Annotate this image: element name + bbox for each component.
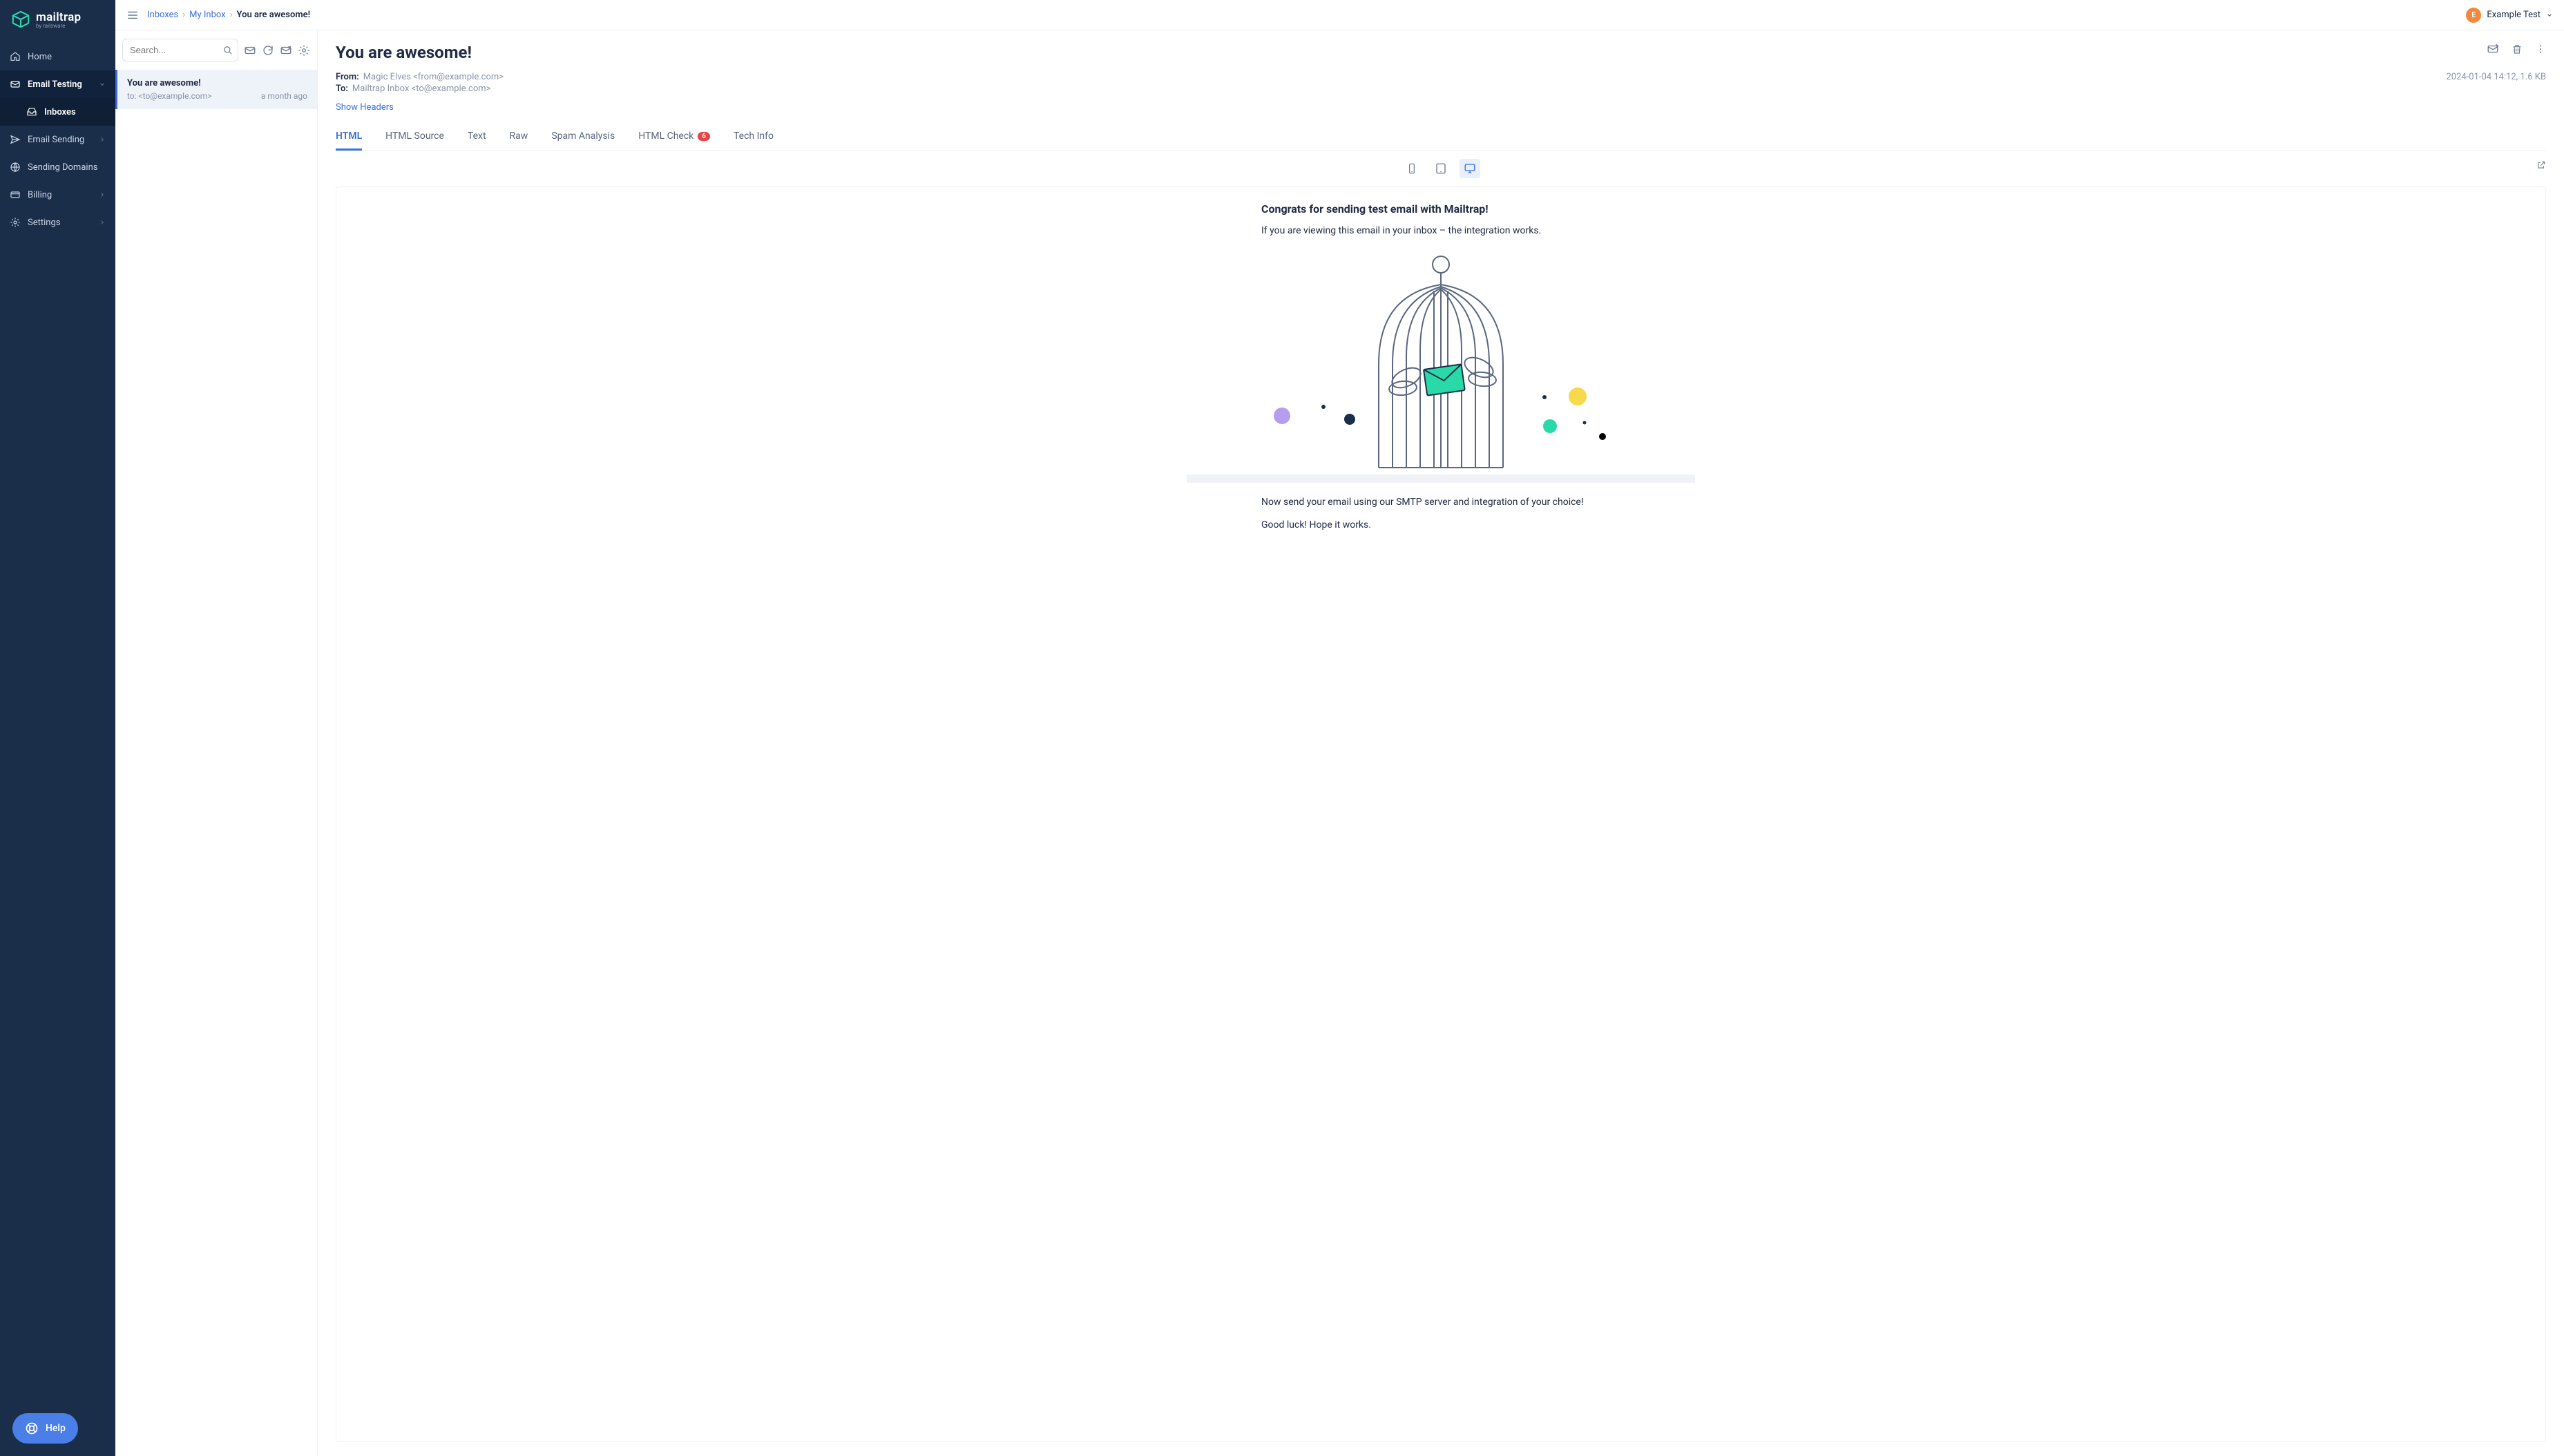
nav-email-sending-label: Email Sending (28, 135, 84, 145)
chevron-right-icon (99, 136, 106, 143)
logo-icon (11, 10, 30, 29)
mail-line3: Good luck! Hope it works. (1261, 518, 1620, 533)
to-label: To: (336, 84, 348, 94)
from-value: Magic Elves <from@example.com> (363, 72, 504, 82)
nav-email-testing-label: Email Testing (28, 79, 82, 90)
mail-line1: If you are viewing this email in your in… (1261, 224, 1620, 238)
tabs: HTML HTML Source Text Raw Spam Analysis … (336, 124, 2546, 151)
chevron-right-icon (99, 191, 106, 198)
html-check-badge: 6 (698, 132, 710, 141)
device-desktop[interactable] (1460, 159, 1480, 178)
email-preview: Congrats for sending test email with Mai… (336, 186, 2546, 1442)
detail-title: You are awesome! (336, 43, 472, 62)
from-label: From: (336, 72, 359, 82)
avatar: E (2466, 8, 2481, 23)
user-name: Example Test (2487, 10, 2541, 20)
mail-heading: Congrats for sending test email with Mai… (1261, 202, 1620, 215)
open-external-icon[interactable] (2536, 160, 2546, 170)
help-button[interactable]: Help (12, 1413, 78, 1444)
crumb-current: You are awesome! (237, 10, 311, 20)
chevron-down-icon (2546, 12, 2553, 19)
divider (1187, 475, 1695, 483)
tab-tech[interactable]: Tech Info (734, 124, 774, 151)
user-menu[interactable]: E Example Test (2466, 8, 2553, 23)
nav-settings-label: Settings (28, 218, 60, 228)
help-icon (25, 1421, 39, 1435)
topbar: Inboxes › My Inbox › You are awesome! E … (115, 0, 2564, 30)
nav-inboxes-label: Inboxes (44, 107, 76, 117)
sidebar: mailtrap by railsware Home Email Testing… (0, 0, 115, 1456)
clear-inbox-icon[interactable] (280, 44, 292, 57)
message-to: to: <to@example.com> (127, 91, 212, 101)
nav-billing[interactable]: Billing (0, 181, 115, 209)
tab-html[interactable]: HTML (336, 124, 362, 151)
send-icon (10, 134, 21, 145)
home-icon (10, 51, 21, 62)
message-list: You are awesome! to: <to@example.com> a … (115, 30, 318, 1456)
crumb-inboxes[interactable]: Inboxes (147, 10, 178, 20)
more-icon[interactable] (2535, 44, 2546, 55)
nav-billing-label: Billing (28, 190, 52, 200)
nav-sending-domains[interactable]: Sending Domains (0, 153, 115, 181)
device-tablet[interactable] (1431, 159, 1451, 178)
crumb-sep: › (230, 10, 233, 20)
nav-sending-domains-label: Sending Domains (28, 162, 97, 173)
tab-html-check[interactable]: HTML Check6 (638, 124, 710, 151)
detail-meta: 2024-01-04 14:12, 1.6 KB (2446, 72, 2546, 95)
chevron-down-icon (99, 81, 106, 88)
nav-home[interactable]: Home (0, 43, 115, 70)
crumb-my-inbox[interactable]: My Inbox (189, 10, 225, 20)
message-detail: You are awesome! From: Magic Elves <from… (318, 30, 2564, 1456)
tab-raw[interactable]: Raw (510, 124, 528, 151)
search-icon[interactable] (223, 46, 233, 55)
to-value: Mailtrap Inbox <to@example.com> (352, 84, 491, 94)
delete-icon[interactable] (2512, 44, 2523, 55)
mail-line2: Now send your email using our SMTP serve… (1261, 495, 1620, 510)
tab-spam[interactable]: Spam Analysis (551, 124, 615, 151)
gear-icon (10, 217, 21, 228)
globe-icon (10, 162, 21, 173)
message-age: a month ago (261, 91, 307, 101)
chevron-right-icon (99, 219, 106, 226)
breadcrumb: Inboxes › My Inbox › You are awesome! (147, 10, 310, 20)
logo[interactable]: mailtrap by railsware (0, 0, 115, 36)
nav-email-testing[interactable]: Email Testing (0, 70, 115, 98)
inbox-icon (26, 106, 37, 117)
card-icon (10, 189, 21, 200)
search-input[interactable] (122, 39, 238, 61)
cage-illustration (1261, 247, 1620, 475)
message-subject: You are awesome! (127, 78, 307, 88)
mail-check-icon (10, 79, 21, 90)
show-headers-link[interactable]: Show Headers (336, 102, 2546, 113)
refresh-icon[interactable] (262, 44, 274, 57)
forward-icon[interactable] (2487, 43, 2499, 55)
nav-email-sending[interactable]: Email Sending (0, 126, 115, 153)
logo-text: mailtrap (36, 10, 81, 24)
nav-inboxes[interactable]: Inboxes (0, 98, 115, 126)
help-label: Help (46, 1423, 66, 1434)
menu-icon[interactable] (126, 9, 139, 21)
nav-home-label: Home (28, 52, 52, 62)
crumb-sep: › (182, 10, 185, 20)
gear-icon[interactable] (298, 44, 310, 57)
tab-html-source[interactable]: HTML Source (385, 124, 444, 151)
mark-read-icon[interactable] (244, 44, 256, 57)
nav-settings[interactable]: Settings (0, 209, 115, 236)
device-mobile[interactable] (1401, 159, 1422, 178)
message-item[interactable]: You are awesome! to: <to@example.com> a … (115, 70, 317, 109)
tab-text[interactable]: Text (468, 124, 486, 151)
